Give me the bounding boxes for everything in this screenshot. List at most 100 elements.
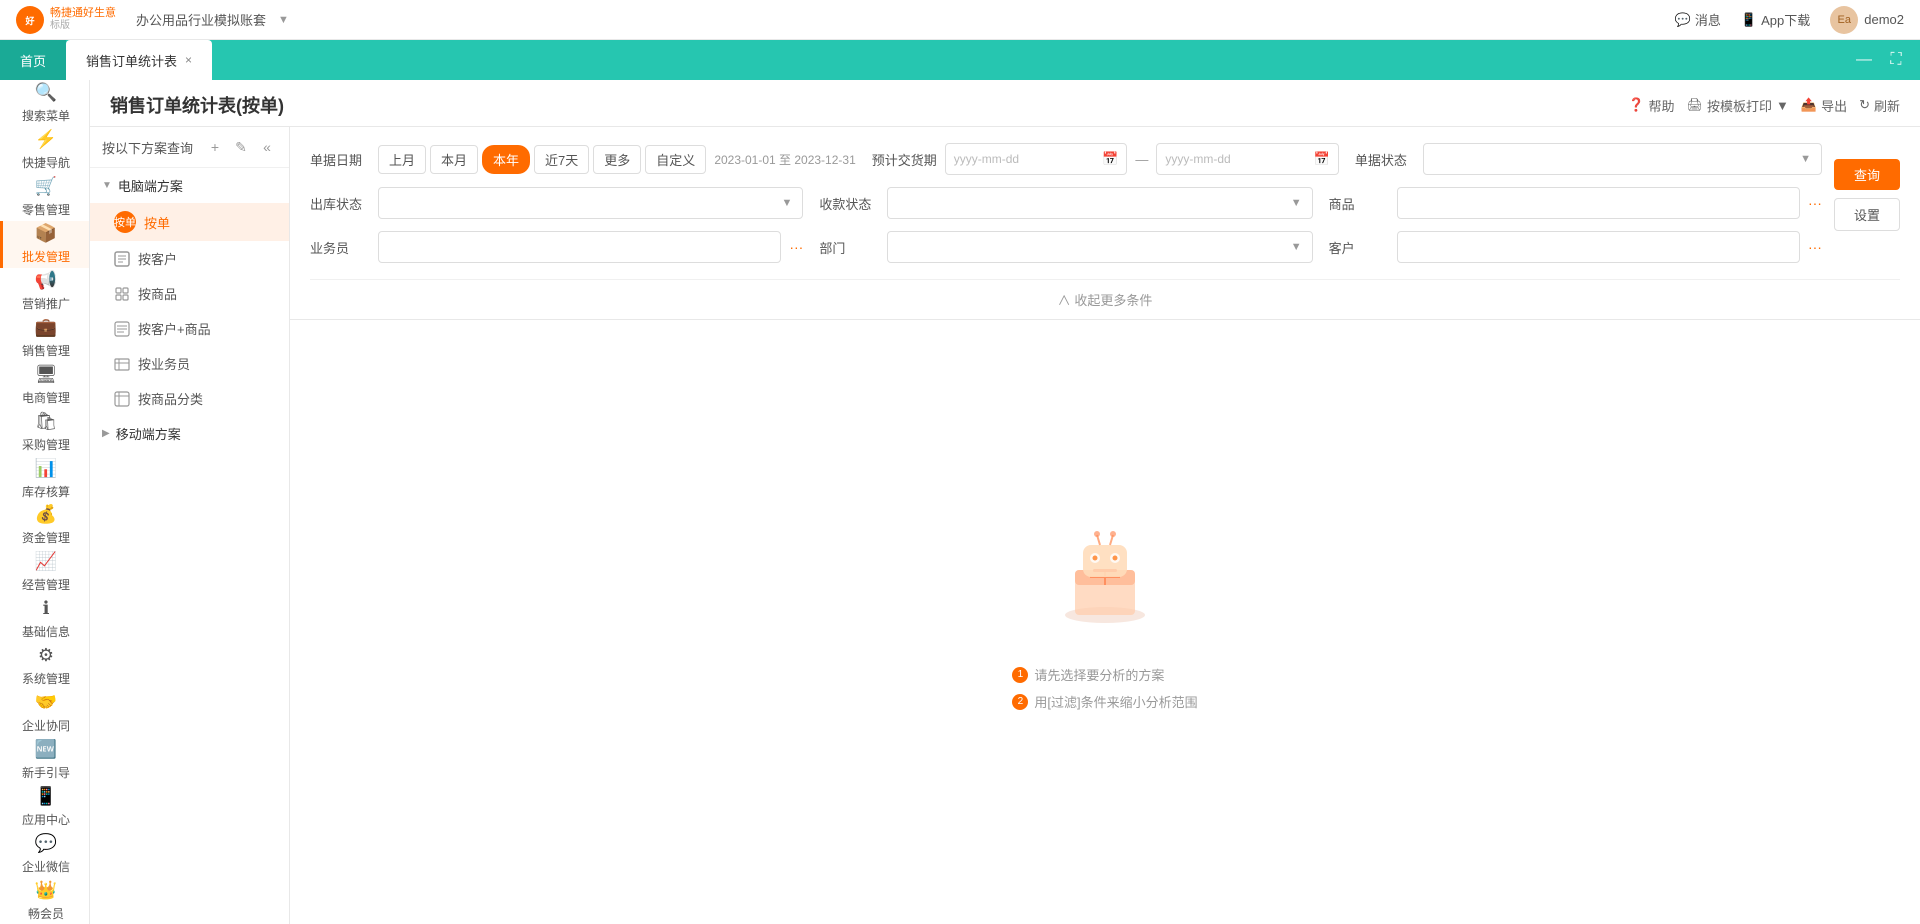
product-input[interactable] xyxy=(1397,187,1800,219)
page-actions: ❓ 帮助 🖨 按模板打印 ▼ 📤 导出 ↻ 刷新 xyxy=(1628,96,1900,115)
product-dots[interactable]: ··· xyxy=(1808,195,1822,211)
ship-status-select[interactable]: ▼ xyxy=(378,187,803,219)
by-salesperson-icon xyxy=(114,356,130,372)
department-label: 部门 xyxy=(819,238,879,257)
scheme-collapse-button[interactable]: « xyxy=(257,137,277,157)
app-download-button[interactable]: 📱 App下载 xyxy=(1741,10,1810,29)
scheme-item-by-category[interactable]: 按商品分类 xyxy=(90,381,289,416)
sidebar-item-apps[interactable]: 📱 应用中心 xyxy=(0,783,89,830)
product-group: 商品 ··· xyxy=(1329,187,1822,219)
export-button[interactable]: 📤 导出 xyxy=(1801,96,1847,115)
wholesale-icon: 📦 xyxy=(35,223,57,244)
scheme-item-by-product[interactable]: 按商品 xyxy=(90,276,289,311)
sidebar-item-sales[interactable]: 💼 销售管理 xyxy=(0,314,89,361)
status-select[interactable]: ▼ xyxy=(1423,143,1822,175)
user-area[interactable]: Ea demo2 xyxy=(1830,6,1904,34)
sidebar-item-operations[interactable]: 📈 经营管理 xyxy=(0,549,89,596)
scheme-item-by-salesperson[interactable]: 按业务员 xyxy=(90,346,289,381)
date-filter-group: 单据日期 上月 本月 本年 近7天 更多 自定义 xyxy=(310,145,856,174)
filter-results-area: 单据日期 上月 本月 本年 近7天 更多 自定义 xyxy=(290,127,1920,924)
scheme-item-by-customer-product[interactable]: 按客户+商品 xyxy=(90,311,289,346)
date-btn-last-month[interactable]: 上月 xyxy=(378,145,426,174)
tab-sales-order-stats[interactable]: 销售订单统计表 × xyxy=(66,40,212,80)
product-label: 商品 xyxy=(1329,194,1389,213)
scheme-item-by-order[interactable]: 按单 按单 xyxy=(90,203,289,241)
scheme-edit-button[interactable]: ✎ xyxy=(231,137,251,157)
settings-button[interactable]: 设置 xyxy=(1834,198,1900,231)
sidebar-item-system[interactable]: ⚙ 系统管理 xyxy=(0,643,89,690)
date-btn-more[interactable]: 更多 xyxy=(593,145,641,174)
sidebar-item-finance[interactable]: 💰 资金管理 xyxy=(0,502,89,549)
sidebar-item-member[interactable]: 👑 畅会员 xyxy=(0,877,89,924)
date-btn-7days[interactable]: 近7天 xyxy=(534,145,589,174)
scheme-group-mobile-title[interactable]: ▶ 移动端方案 xyxy=(90,416,289,451)
tab-close-icon[interactable]: × xyxy=(185,53,192,67)
app-title-dropdown-icon[interactable]: ▼ xyxy=(278,14,289,26)
empty-hint-1: 1 请先选择要分析的方案 xyxy=(1012,665,1197,684)
refresh-button[interactable]: ↻ 刷新 xyxy=(1859,96,1900,115)
sidebar-item-search[interactable]: 🔍 搜索菜单 xyxy=(0,80,89,127)
scheme-group-mobile-arrow: ▶ xyxy=(102,428,110,439)
tab-maximize-button[interactable]: ⛶ xyxy=(1884,48,1908,72)
salesperson-label: 业务员 xyxy=(310,238,370,257)
sidebar-item-enterprise[interactable]: 🤝 企业协同 xyxy=(0,690,89,737)
scheme-header-title: 按以下方案查询 xyxy=(102,138,193,157)
sidebar-item-retail[interactable]: 🛒 零售管理 xyxy=(0,174,89,221)
help-icon: ❓ xyxy=(1628,97,1644,113)
sidebar-item-ecommerce[interactable]: 🖥 电商管理 xyxy=(0,361,89,408)
filter-and-btns: 单据日期 上月 本月 本年 近7天 更多 自定义 xyxy=(310,143,1900,275)
customer-dots[interactable]: ··· xyxy=(1808,239,1822,255)
filter-row-2: 出库状态 ▼ 收款状态 xyxy=(310,187,1822,219)
scheme-group-pc-title[interactable]: ▼ 电脑端方案 xyxy=(90,168,289,203)
date-btn-this-month[interactable]: 本月 xyxy=(430,145,478,174)
date-btn-custom[interactable]: 自定义 xyxy=(645,145,706,174)
inner-layout: 按以下方案查询 + ✎ « ▼ 电脑端方案 按单 按单 xyxy=(90,127,1920,924)
scheme-panel: 按以下方案查询 + ✎ « ▼ 电脑端方案 按单 按单 xyxy=(90,127,290,924)
operations-icon: 📈 xyxy=(35,551,57,572)
sidebar-item-wechat[interactable]: 💬 企业微信 xyxy=(0,830,89,877)
help-button[interactable]: ❓ 帮助 xyxy=(1628,96,1674,115)
empty-hints: 1 请先选择要分析的方案 2 用[过滤]条件来缩小分析范围 xyxy=(1012,665,1197,719)
department-select[interactable]: ▼ xyxy=(887,231,1312,263)
print-icon: 🖨 xyxy=(1686,97,1703,113)
empty-state: 1 请先选择要分析的方案 2 用[过滤]条件来缩小分析范围 xyxy=(1012,525,1197,719)
date-btn-this-year[interactable]: 本年 xyxy=(482,145,530,174)
header-right: 💬 消息 📱 App下载 Ea demo2 xyxy=(1675,6,1904,34)
download-icon: 📱 xyxy=(1741,12,1757,28)
print-button[interactable]: 🖨 按模板打印 ▼ xyxy=(1686,96,1788,115)
scheme-item-by-customer[interactable]: 按客户 xyxy=(90,241,289,276)
search-button[interactable]: 查询 xyxy=(1834,159,1900,190)
message-button[interactable]: 💬 消息 xyxy=(1675,10,1721,29)
scheme-group-pc: ▼ 电脑端方案 按单 按单 按客户 xyxy=(90,168,289,416)
filter-area: 单据日期 上月 本月 本年 近7天 更多 自定义 xyxy=(290,127,1920,319)
print-dropdown-icon: ▼ xyxy=(1776,98,1789,113)
hint-num-1: 1 xyxy=(1012,667,1028,683)
scheme-add-button[interactable]: + xyxy=(205,137,225,157)
collapse-bar[interactable]: ∧ 收起更多条件 xyxy=(310,279,1900,319)
sidebar-item-newbie[interactable]: 🆕 新手引导 xyxy=(0,736,89,783)
salesperson-input[interactable] xyxy=(378,231,781,263)
apps-icon: 📱 xyxy=(35,786,57,807)
tab-minimize-button[interactable]: — xyxy=(1852,48,1876,72)
department-group: 部门 ▼ xyxy=(819,231,1312,263)
quicknav-icon: ⚡ xyxy=(35,129,57,150)
sidebar-item-inventory[interactable]: 📊 库存核算 xyxy=(0,455,89,502)
expected-date-to[interactable]: yyyy-mm-dd 📅 xyxy=(1156,143,1339,175)
customer-input[interactable] xyxy=(1397,231,1800,263)
bottom-content: 1 请先选择要分析的方案 2 用[过滤]条件来缩小分析范围 xyxy=(290,319,1920,924)
tab-home[interactable]: 首页 xyxy=(0,40,66,80)
nav-tabs-right: — ⛶ xyxy=(1852,48,1920,72)
logo-area: 好 畅捷通好生意 标版 xyxy=(16,6,116,34)
marketing-icon: 📢 xyxy=(35,270,57,291)
salesperson-dots[interactable]: ··· xyxy=(789,239,803,255)
payment-status-select[interactable]: ▼ xyxy=(887,187,1312,219)
sidebar-item-basic-info[interactable]: ℹ 基础信息 xyxy=(0,596,89,643)
export-icon: 📤 xyxy=(1801,97,1817,113)
sidebar-item-wholesale[interactable]: 📦 批发管理 xyxy=(0,221,89,268)
expected-date-from[interactable]: yyyy-mm-dd 📅 xyxy=(945,143,1128,175)
content-area: 销售订单统计表(按单) ❓ 帮助 🖨 按模板打印 ▼ 📤 导出 ↻ 刷新 xyxy=(90,80,1920,924)
sidebar-item-purchase[interactable]: 🛍 采购管理 xyxy=(0,408,89,455)
sales-icon: 💼 xyxy=(35,317,57,338)
sidebar-item-marketing[interactable]: 📢 营销推广 xyxy=(0,268,89,315)
sidebar-item-quicknav[interactable]: ⚡ 快捷导航 xyxy=(0,127,89,174)
